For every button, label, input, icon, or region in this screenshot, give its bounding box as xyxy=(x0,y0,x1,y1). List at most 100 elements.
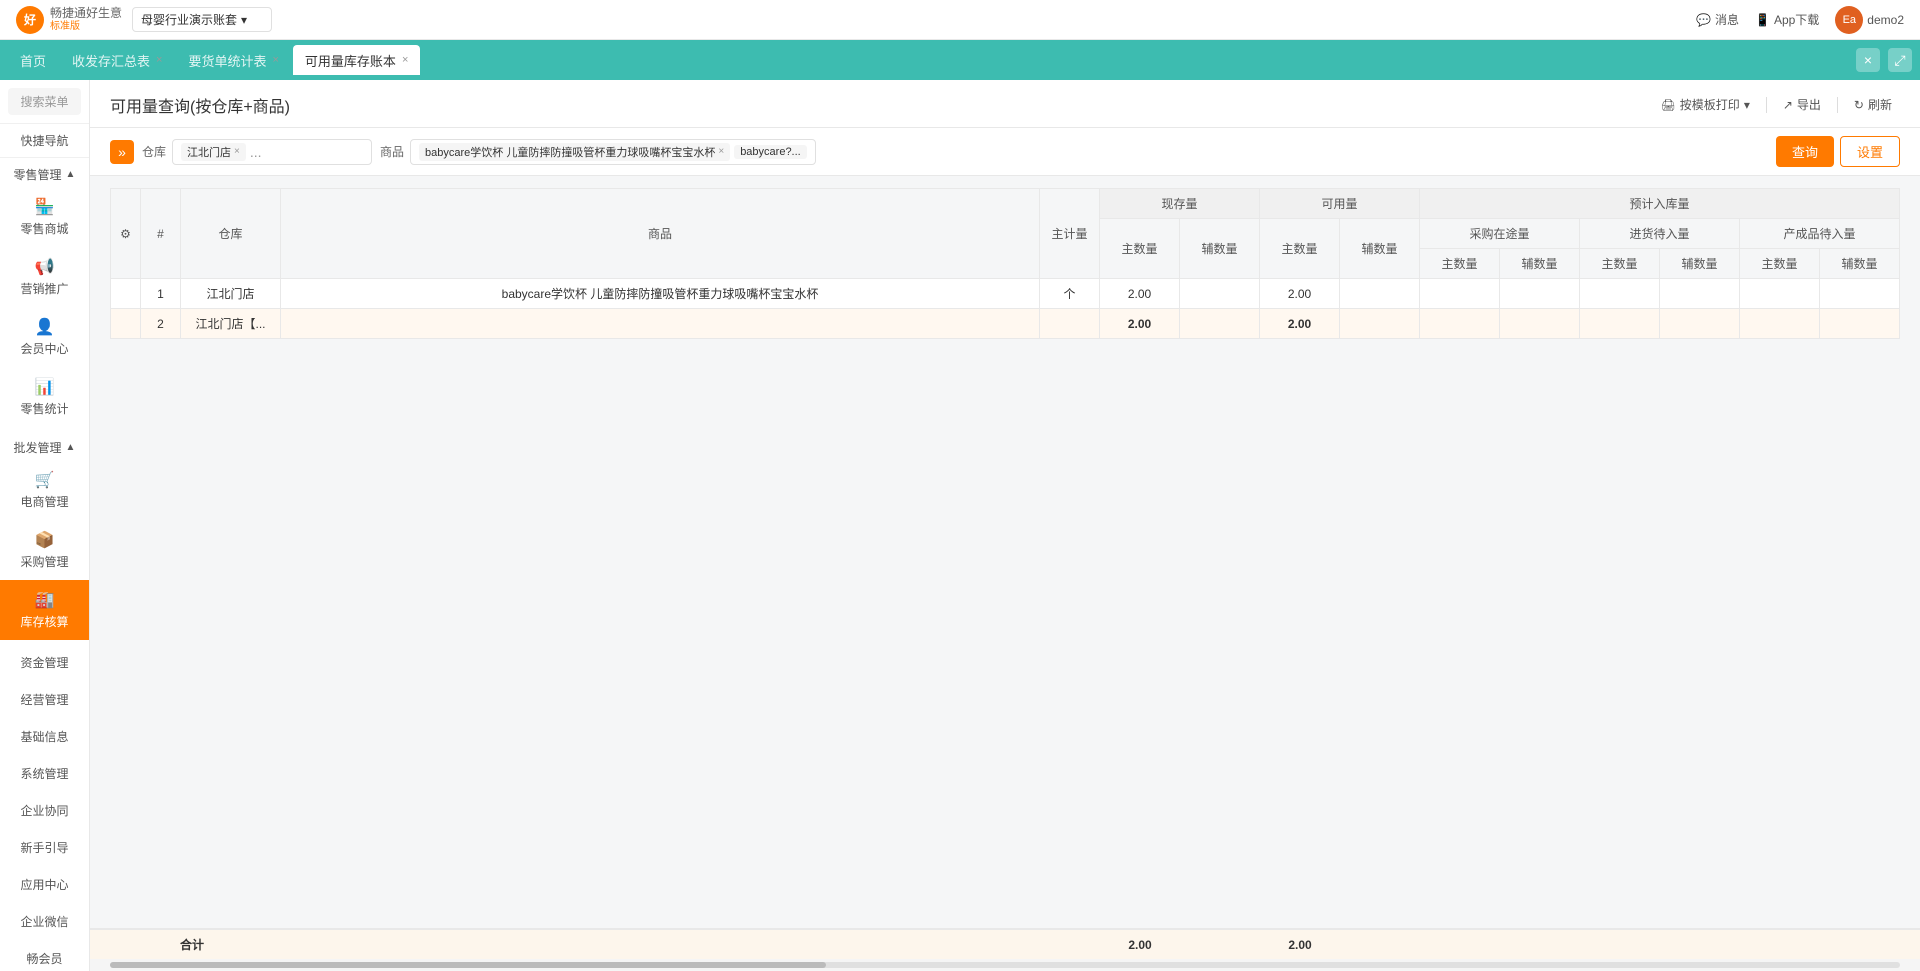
tab-close-available[interactable]: × xyxy=(402,54,408,66)
sidebar-item-appcenter[interactable]: 应用中心 xyxy=(0,866,89,903)
tab-home[interactable]: 首页 xyxy=(8,45,58,75)
sidebar-quick-nav[interactable]: 快捷导航 xyxy=(0,124,89,158)
tab-close-receive[interactable]: × xyxy=(156,54,162,66)
top-bar: 好 畅捷通好生意 标准版 母婴行业演示账套 ▾ 💬 消息 📱 App下载 Ea … xyxy=(0,0,1920,40)
receive-summary-label: 收发存汇总表 xyxy=(72,51,150,70)
product-input[interactable]: babycare学饮杯 儿童防摔防撞吸管杯重力球吸嘴杯宝宝水杯 × babyca… xyxy=(410,139,816,165)
sidebar-item-label-finance: 资金管理 xyxy=(20,654,68,671)
sidebar-item-inventory[interactable]: 🏭 库存核算 xyxy=(0,580,89,640)
tab-available-stock[interactable]: 可用量库存账本 × xyxy=(293,45,420,75)
app-download-button[interactable]: 📱 App下载 xyxy=(1755,11,1819,28)
product-label: 商品 xyxy=(380,143,404,160)
sidebar-item-newbie[interactable]: 新手引导 xyxy=(0,829,89,866)
col-subheader-pur-aux: 辅数量 xyxy=(1500,249,1580,279)
stock-table: ⚙ # 仓库 商品 主计量 现存量 可用量 预计入库量 主数量 辅数量 主数量 xyxy=(110,188,1900,339)
sidebar-item-purchase[interactable]: 📦 采购管理 xyxy=(0,520,89,580)
sidebar-group-wholesale[interactable]: 批发管理 ▲ xyxy=(0,431,89,460)
sidebar-item-system[interactable]: 系统管理 xyxy=(0,755,89,792)
warehouse-input[interactable]: 江北门店 × ... xyxy=(172,139,372,165)
col-header-purchase-transit: 采购在途量 xyxy=(1420,219,1580,249)
product-filter: 商品 babycare学饮杯 儿童防摔防撞吸管杯重力球吸嘴杯宝宝水杯 × bab… xyxy=(380,139,816,165)
wholesale-group-label: 批发管理 xyxy=(14,439,62,456)
message-icon: 💬 xyxy=(1696,13,1711,27)
col-subheader-pen-main: 主数量 xyxy=(1580,249,1660,279)
warehouse-more-icon[interactable]: ... xyxy=(250,144,262,160)
sidebar-item-operations[interactable]: 经营管理 xyxy=(0,681,89,718)
message-button[interactable]: 💬 消息 xyxy=(1696,11,1739,28)
row1-avail-main: 2.00 xyxy=(1260,279,1340,309)
footer-empty-4 xyxy=(1040,936,1100,953)
col-subheader-pen-aux: 辅数量 xyxy=(1660,249,1740,279)
table-settings-icon: ⚙ xyxy=(120,227,131,241)
print-template-button[interactable]: 🖨 按模板打印 ▾ xyxy=(1653,92,1758,117)
row1-settings xyxy=(111,279,141,309)
refresh-button[interactable]: ↻ 刷新 xyxy=(1846,92,1900,117)
sidebar-item-label-operations: 经营管理 xyxy=(20,691,68,708)
warehouse-filter: 仓库 江北门店 × ... xyxy=(142,139,372,165)
row1-no: 1 xyxy=(141,279,181,309)
action-divider-2 xyxy=(1837,97,1838,113)
page-header: 可用量查询(按仓库+商品) 🖨 按模板打印 ▾ ↗ 导出 ↻ xyxy=(90,80,1920,128)
sidebar-item-enterprise[interactable]: 企业协同 xyxy=(0,792,89,829)
row2-warehouse: 江北门店【... xyxy=(181,309,281,339)
sidebar-item-retail-shop[interactable]: 🏪 零售商城 xyxy=(0,187,89,247)
footer-current-main: 2.00 xyxy=(1100,936,1180,953)
sidebar-item-marketing[interactable]: 📢 营销推广 xyxy=(0,247,89,307)
warehouse-label: 仓库 xyxy=(142,143,166,160)
footer-current-aux xyxy=(1180,936,1260,953)
row2-unit xyxy=(1040,309,1100,339)
sidebar-item-member2[interactable]: 畅会员 xyxy=(0,940,89,971)
close-all-button[interactable]: × xyxy=(1856,48,1880,72)
sidebar-item-label-member: 会员中心 xyxy=(20,340,68,357)
tab-order-summary[interactable]: 要货单统计表 × xyxy=(176,45,290,75)
warehouse-tag-remove-1[interactable]: × xyxy=(234,146,240,157)
sidebar-item-label-appcenter: 应用中心 xyxy=(20,876,68,893)
product-tag-remove-1[interactable]: × xyxy=(718,146,724,157)
sidebar-item-ecommerce[interactable]: 🛒 电商管理 xyxy=(0,460,89,520)
col-subheader-avail-aux: 辅数量 xyxy=(1340,219,1420,279)
table-row: 2 江北门店【... 2.00 2.00 xyxy=(111,309,1900,339)
row2-current-aux xyxy=(1180,309,1260,339)
sidebar-item-label-system: 系统管理 xyxy=(20,765,68,782)
sidebar: 搜索菜单 快捷导航 零售管理 ▲ 🏪 零售商城 📢 营销推广 👤 会员中心 📊 … xyxy=(0,80,90,971)
warehouse-tag-text-1: 江北门店 xyxy=(187,144,231,160)
sidebar-item-retail-stats[interactable]: 📊 零售统计 xyxy=(0,367,89,427)
page-actions: 🖨 按模板打印 ▾ ↗ 导出 ↻ 刷新 xyxy=(1653,92,1900,117)
sidebar-item-label-enterprise: 企业协同 xyxy=(20,802,68,819)
user-avatar[interactable]: Ea demo2 xyxy=(1835,6,1904,34)
col-header-pending-inbound: 进货待入量 xyxy=(1580,219,1740,249)
sidebar-item-finance[interactable]: 资金管理 xyxy=(0,644,89,681)
col-subheader-current-main: 主数量 xyxy=(1100,219,1180,279)
query-button[interactable]: 查询 xyxy=(1776,136,1834,167)
product-tag-1: babycare学饮杯 儿童防摔防撞吸管杯重力球吸嘴杯宝宝水杯 × xyxy=(419,143,730,161)
tab-receive-summary[interactable]: 收发存汇总表 × xyxy=(60,45,174,75)
col-subheader-pur-main: 主数量 xyxy=(1420,249,1500,279)
product-tag-text-2: babycare?... xyxy=(740,146,801,158)
logo-icon: 好 xyxy=(16,6,44,34)
col-header-available: 可用量 xyxy=(1260,189,1420,219)
sidebar-item-label-ecommerce: 电商管理 xyxy=(20,493,68,510)
table-settings-header[interactable]: ⚙ xyxy=(111,189,141,279)
logo-text: 畅捷通好生意 标准版 xyxy=(50,6,122,32)
row2-avail-main: 2.00 xyxy=(1260,309,1340,339)
filter-action-buttons: 查询 设置 xyxy=(1776,136,1900,167)
tab-close-order[interactable]: × xyxy=(272,54,278,66)
export-button[interactable]: ↗ 导出 xyxy=(1775,92,1829,117)
logo-area: 好 畅捷通好生意 标准版 xyxy=(16,6,122,34)
sidebar-item-wxwork[interactable]: 企业微信 xyxy=(0,903,89,940)
horizontal-scrollbar[interactable] xyxy=(90,959,1920,971)
search-menu-button[interactable]: 搜索菜单 xyxy=(8,88,81,115)
scrollbar-thumb[interactable] xyxy=(110,962,826,968)
row1-current-main: 2.00 xyxy=(1100,279,1180,309)
row2-pur-aux xyxy=(1500,309,1580,339)
retail-arrow-icon: ▲ xyxy=(66,169,76,180)
sidebar-group-retail[interactable]: 零售管理 ▲ xyxy=(0,158,89,187)
fullscreen-button[interactable]: ⤢ xyxy=(1888,48,1912,72)
filter-expand-button[interactable]: » xyxy=(110,140,134,164)
sidebar-item-basic[interactable]: 基础信息 xyxy=(0,718,89,755)
row1-prod-aux xyxy=(1820,279,1900,309)
tenant-selector[interactable]: 母婴行业演示账套 ▾ xyxy=(132,7,272,32)
footer-pen-main xyxy=(1580,936,1660,953)
settings-button[interactable]: 设置 xyxy=(1840,136,1900,167)
sidebar-item-member[interactable]: 👤 会员中心 xyxy=(0,307,89,367)
